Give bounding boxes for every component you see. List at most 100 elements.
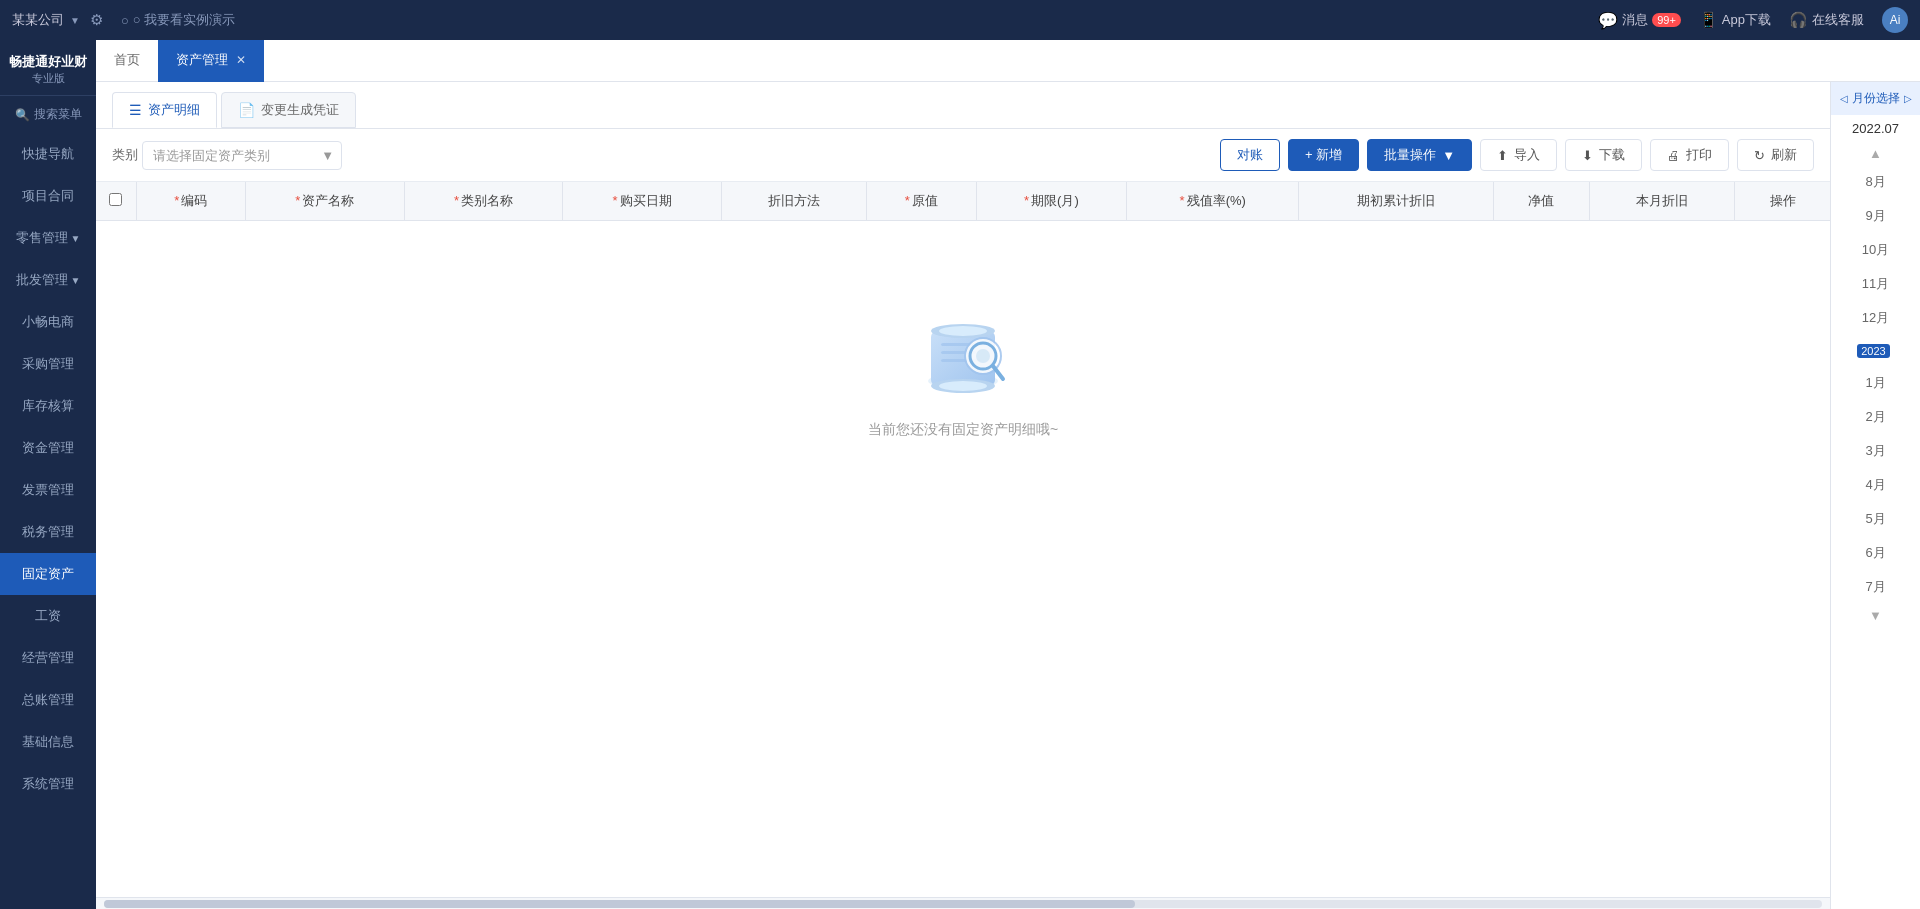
tab-home-label: 首页	[114, 51, 140, 69]
th-purchase-date: *购买日期	[563, 182, 722, 221]
panel-left-arrow[interactable]: ◁	[1840, 93, 1848, 104]
category-select[interactable]: 请选择固定资产类别	[142, 141, 342, 170]
app-download-icon: 📱	[1699, 11, 1718, 29]
message-button[interactable]: 💬 消息 99+	[1598, 11, 1681, 30]
tab-asset-management[interactable]: 资产管理 ✕	[158, 40, 264, 82]
refresh-button[interactable]: ↻ 刷新	[1737, 139, 1814, 171]
sidebar-item-inventory[interactable]: 库存核算	[0, 385, 96, 427]
print-label: 打印	[1686, 146, 1712, 164]
list-icon: ☰	[129, 102, 142, 118]
th-period-months: *期限(月)	[976, 182, 1126, 221]
add-button[interactable]: + 新增	[1288, 139, 1359, 171]
month-down-button[interactable]: ▼	[1831, 604, 1920, 627]
sidebar-item-operations[interactable]: 经营管理	[0, 637, 96, 679]
empty-state-row: 当前您还没有固定资产明细哦~	[96, 221, 1830, 520]
month-item-7[interactable]: 7月	[1831, 570, 1920, 604]
month-item-8[interactable]: 8月	[1831, 165, 1920, 199]
sidebar-item-tax[interactable]: 税务管理	[0, 511, 96, 553]
sidebar-item-general-ledger[interactable]: 总账管理	[0, 679, 96, 721]
sidebar-item-invoice[interactable]: 发票管理	[0, 469, 96, 511]
sub-tab-asset-detail-label: 资产明细	[148, 101, 200, 119]
month-item-1[interactable]: 1月	[1831, 366, 1920, 400]
month-item-4[interactable]: 4月	[1831, 468, 1920, 502]
headset-icon: 🎧	[1789, 11, 1808, 29]
month-up-button[interactable]: ▲	[1831, 142, 1920, 165]
app-download-button[interactable]: 📱 App下载	[1699, 11, 1771, 29]
top-bar: 某某公司 ▼ ⚙ ○ 我要看实例演示 💬 消息 99+ 📱 App下载 🎧 在线…	[0, 0, 1920, 40]
search-menu-label: 搜索菜单	[34, 106, 82, 123]
table-header-row: *编码 *资产名称 *类别名称 *购买日期 折旧方法 *原值 *期限(月) *残…	[96, 182, 1830, 221]
sidebar-item-purchase[interactable]: 采购管理	[0, 343, 96, 385]
svg-point-3	[939, 326, 987, 336]
sidebar-item-ecommerce[interactable]: 小畅电商	[0, 301, 96, 343]
th-accumulated-depreciation: 期初累计折旧	[1299, 182, 1493, 221]
content-area: ☰ 资产明细 📄 变更生成凭证 类别 请选择固定资产类别	[96, 82, 1920, 909]
search-menu-button[interactable]: 🔍 搜索菜单	[0, 96, 96, 133]
message-icon: 💬	[1598, 11, 1618, 30]
company-dropdown-arrow: ▼	[70, 15, 80, 26]
message-label: 消息	[1622, 11, 1648, 29]
reconcile-button[interactable]: 对账	[1220, 139, 1280, 171]
download-icon: ⬇	[1582, 148, 1593, 163]
sub-tab-asset-detail[interactable]: ☰ 资产明细	[112, 92, 217, 128]
sidebar-item-system-management[interactable]: 系统管理	[0, 763, 96, 805]
horizontal-scrollbar[interactable]	[96, 897, 1830, 909]
sub-tab-change-voucher[interactable]: 📄 变更生成凭证	[221, 92, 356, 128]
batch-ops-button[interactable]: 批量操作 ▼	[1367, 139, 1472, 171]
import-button[interactable]: ⬆ 导入	[1480, 139, 1557, 171]
print-icon: 🖨	[1667, 148, 1680, 163]
panel-right-arrow[interactable]: ▷	[1904, 93, 1912, 104]
table-wrapper: *编码 *资产名称 *类别名称 *购买日期 折旧方法 *原值 *期限(月) *残…	[96, 182, 1830, 897]
company-name: 某某公司	[12, 11, 64, 29]
asset-table: *编码 *资产名称 *类别名称 *购买日期 折旧方法 *原值 *期限(月) *残…	[96, 182, 1830, 519]
category-label: 类别	[112, 146, 138, 164]
online-service-button[interactable]: 🎧 在线客服	[1789, 11, 1864, 29]
month-panel: ◁ 月份选择 ▷ 2022.07 ▲ 8月 9月 10月 11月 12月 202…	[1830, 82, 1920, 909]
select-all-checkbox[interactable]	[109, 193, 122, 206]
sidebar-item-payroll[interactable]: 工资	[0, 595, 96, 637]
current-month-year[interactable]: 2022.07	[1831, 115, 1920, 142]
sidebar-item-project-contract[interactable]: 项目合同	[0, 175, 96, 217]
month-item-5[interactable]: 5月	[1831, 502, 1920, 536]
tab-home[interactable]: 首页	[96, 40, 158, 82]
month-item-2[interactable]: 2月	[1831, 400, 1920, 434]
dropdown-arrow-icon: ▼	[1442, 148, 1455, 163]
month-panel-header-label: 月份选择	[1852, 90, 1900, 107]
sidebar-label-purchase: 采购管理	[22, 355, 74, 373]
add-label: + 新增	[1305, 146, 1342, 164]
month-item-9[interactable]: 9月	[1831, 199, 1920, 233]
download-button[interactable]: ⬇ 下载	[1565, 139, 1642, 171]
arrow-icon: ▼	[71, 275, 81, 286]
company-selector[interactable]: 某某公司 ▼	[12, 11, 80, 29]
sub-tab-change-voucher-label: 变更生成凭证	[261, 101, 339, 119]
app-name: 畅捷通好业财	[8, 54, 88, 71]
empty-state: 当前您还没有固定资产明细哦~	[96, 221, 1830, 519]
sidebar-label-fixed-assets: 固定资产	[22, 565, 74, 583]
sidebar-item-fixed-assets[interactable]: 固定资产	[0, 553, 96, 595]
month-item-11[interactable]: 11月	[1831, 267, 1920, 301]
th-net-value: 净值	[1493, 182, 1589, 221]
demo-link[interactable]: ○ 我要看实例演示	[121, 11, 235, 29]
month-item-3[interactable]: 3月	[1831, 434, 1920, 468]
month-item-12[interactable]: 12月	[1831, 301, 1920, 335]
empty-text: 当前您还没有固定资产明细哦~	[868, 421, 1058, 439]
month-item-10[interactable]: 10月	[1831, 233, 1920, 267]
month-panel-header: ◁ 月份选择 ▷	[1831, 82, 1920, 115]
sidebar-item-retail-management[interactable]: 零售管理 ▼	[0, 217, 96, 259]
toolbar: 类别 请选择固定资产类别 ▼ 对账 + 新增	[96, 129, 1830, 182]
th-residual-rate: *残值率(%)	[1127, 182, 1299, 221]
sidebar-label-ecommerce: 小畅电商	[22, 313, 74, 331]
sidebar-item-wholesale-management[interactable]: 批发管理 ▼	[0, 259, 96, 301]
print-button[interactable]: 🖨 打印	[1650, 139, 1729, 171]
th-checkbox	[96, 182, 136, 221]
svg-point-5	[939, 381, 987, 391]
th-code: *编码	[136, 182, 246, 221]
sidebar-label-payroll: 工资	[35, 607, 61, 625]
tab-close-icon[interactable]: ✕	[236, 53, 246, 67]
month-item-6[interactable]: 6月	[1831, 536, 1920, 570]
sidebar-item-fund[interactable]: 资金管理	[0, 427, 96, 469]
user-avatar[interactable]: Ai	[1882, 7, 1908, 33]
sidebar-item-quick-nav[interactable]: 快捷导航	[0, 133, 96, 175]
sidebar-item-basic-info[interactable]: 基础信息	[0, 721, 96, 763]
settings-icon[interactable]: ⚙	[90, 11, 103, 29]
